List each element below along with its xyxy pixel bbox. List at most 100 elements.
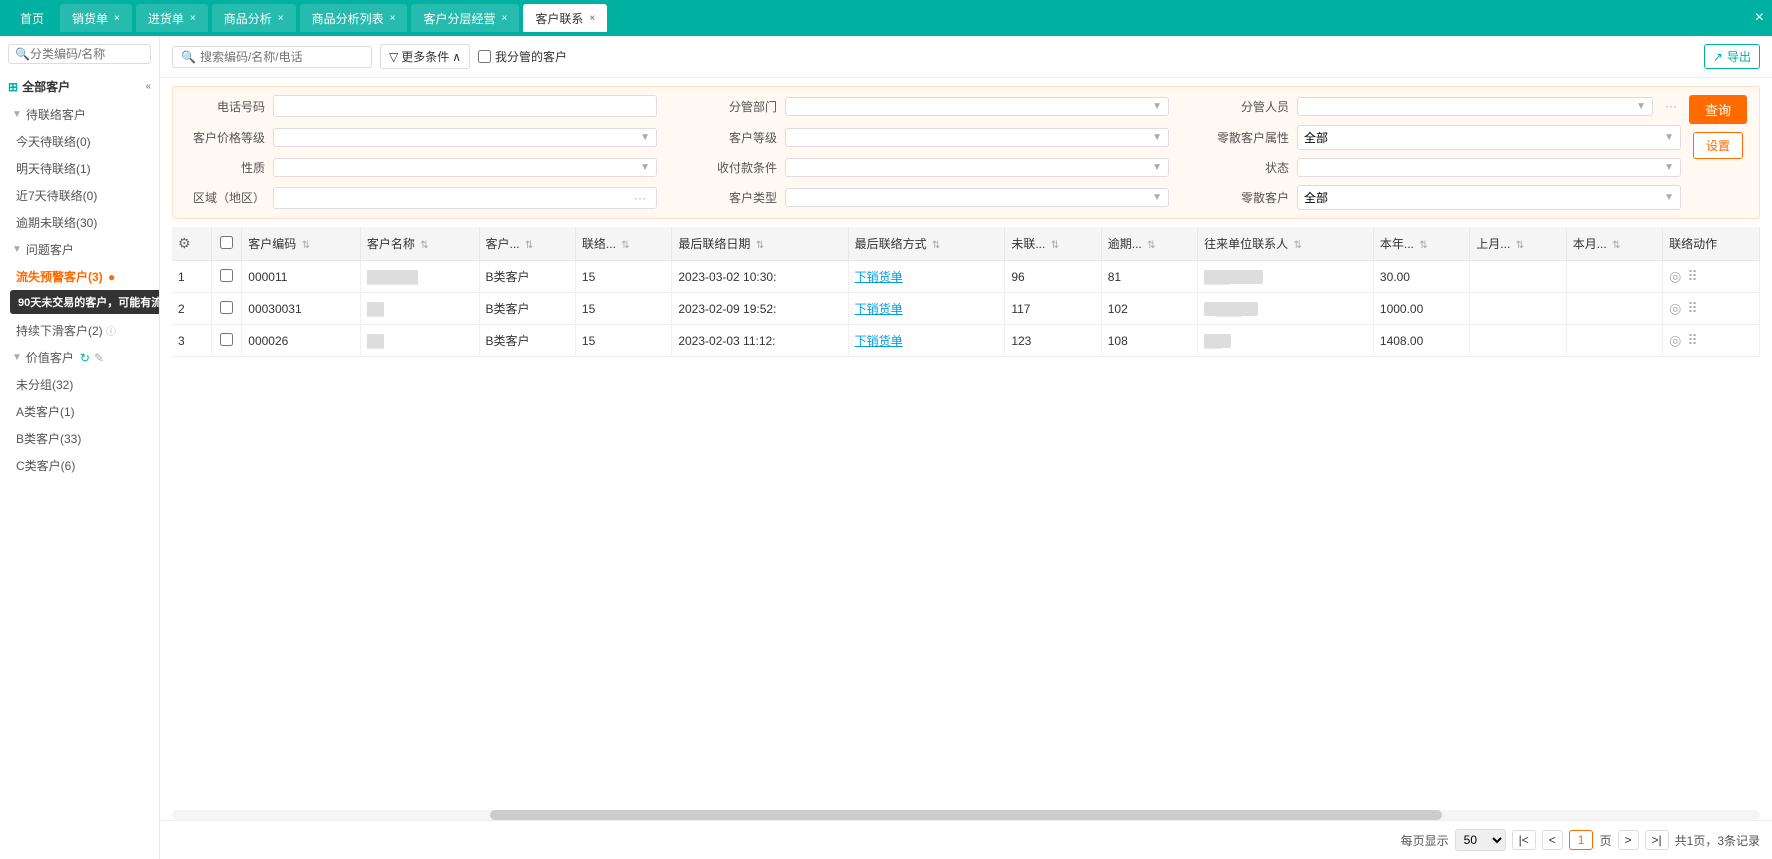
row-last-method[interactable]: 下销货单 [848, 325, 1005, 357]
tab-product-close[interactable]: × [278, 13, 284, 24]
row-checkbox[interactable] [220, 301, 233, 314]
col-overdue[interactable]: 逾期... ⇅ [1101, 227, 1197, 261]
tab-customer-layer-close[interactable]: × [501, 13, 507, 24]
prev-page-btn[interactable]: < [1542, 830, 1563, 850]
filter-price-select[interactable]: ▼ [273, 128, 657, 147]
action-more-icon[interactable]: ⠿ [1687, 300, 1697, 317]
last-method-link[interactable]: 下销货单 [855, 302, 903, 316]
sort-icon-contact: ⇅ [621, 240, 629, 251]
group-problem-customers[interactable]: ▼ 问题客户 [0, 236, 159, 263]
row-checkbox-cell[interactable] [212, 325, 242, 357]
col-last-method[interactable]: 最后联络方式 ⇅ [848, 227, 1005, 261]
col-actions: 联络动作 [1663, 227, 1760, 261]
tab-customer-contact-close[interactable]: × [589, 13, 595, 24]
filter-status-select[interactable]: ▼ [1297, 158, 1681, 177]
tab-product-analysis[interactable]: 商品分析 × [212, 4, 296, 32]
col-not-contacted[interactable]: 未联... ⇅ [1005, 227, 1101, 261]
col-type[interactable]: 客户... ⇅ [479, 227, 575, 261]
group-value-customers[interactable]: ▼ 价值客户 ↻ ✎ [0, 344, 159, 371]
row-overdue: 81 [1101, 261, 1197, 293]
filter-nature: 性质 ▼ [185, 158, 657, 177]
tab-product-analysis-list[interactable]: 商品分析列表 × [300, 4, 408, 32]
horizontal-scrollbar[interactable] [172, 810, 1760, 820]
col-contact-person[interactable]: 往来单位联系人 ⇅ [1198, 227, 1374, 261]
group-pending-contact[interactable]: ▼ 待联络客户 [0, 101, 159, 128]
col-last-date[interactable]: 最后联络日期 ⇅ [672, 227, 848, 261]
sidebar-search-input[interactable] [30, 47, 144, 61]
action-contact-icon[interactable]: ◎ [1669, 332, 1681, 349]
col-settings[interactable]: ⚙ [172, 227, 212, 261]
search-input[interactable] [200, 50, 360, 64]
sidebar-item-class-b[interactable]: B类客户(33) [0, 425, 159, 452]
col-code[interactable]: 客户编码 ⇅ [242, 227, 361, 261]
row-checkbox[interactable] [220, 269, 233, 282]
filter-retail-customer-select[interactable]: 全部 ▼ [1297, 185, 1681, 210]
col-last-month[interactable]: 上月... ⇅ [1470, 227, 1566, 261]
last-page-btn[interactable]: >| [1645, 830, 1669, 850]
table-row: 1 000011 ██████ B类客户 15 2023-03-02 10:30… [172, 261, 1760, 293]
chevron-up-icon: ∧ [452, 50, 461, 64]
row-checkbox[interactable] [220, 333, 233, 346]
row-checkbox-cell[interactable] [212, 293, 242, 325]
edit-icon[interactable]: ✎ [94, 351, 104, 365]
first-page-btn[interactable]: |< [1512, 830, 1536, 850]
col-contact-count[interactable]: 联络... ⇅ [575, 227, 671, 261]
more-icon-1[interactable]: ··· [1661, 99, 1681, 113]
sidebar-item-tomorrow[interactable]: 明天待联络(1) [0, 155, 159, 182]
refresh-icon[interactable]: ↻ [80, 351, 90, 365]
my-customers-checkbox-wrap[interactable]: 我分管的客户 [478, 48, 567, 65]
filter-nature-select[interactable]: ▼ [273, 158, 657, 177]
my-customers-checkbox[interactable] [478, 50, 491, 63]
filter-payment-select[interactable]: ▼ [785, 158, 1169, 177]
row-checkbox-cell[interactable] [212, 261, 242, 293]
sidebar-item-class-c[interactable]: C类客户(6) [0, 452, 159, 479]
row-last-method[interactable]: 下销货单 [848, 261, 1005, 293]
filter-phone-input[interactable] [273, 95, 657, 117]
sidebar-item-churn-warning[interactable]: 流失预警客户(3) ● 90天未交易的客户，可能有流失风险。 [0, 263, 159, 290]
col-checkbox[interactable] [212, 227, 242, 261]
filter-person-select[interactable]: ▼ [1297, 97, 1653, 116]
export-button[interactable]: ↗ 导出 [1704, 44, 1760, 69]
tab-product-list-close[interactable]: × [390, 13, 396, 24]
sidebar-item-today[interactable]: 今天待联络(0) [0, 128, 159, 155]
tab-sales-close[interactable]: × [114, 13, 120, 24]
more-conditions-button[interactable]: ▽ 更多条件 ∧ [380, 44, 470, 69]
tab-sales-order[interactable]: 销货单 × [60, 4, 132, 32]
tab-purchase-close[interactable]: × [190, 13, 196, 24]
filter-customer-level-select[interactable]: ▼ [785, 128, 1169, 147]
all-customers-header[interactable]: ⊞ 全部客户 « [0, 72, 159, 101]
action-more-icon[interactable]: ⠿ [1687, 332, 1697, 349]
last-method-link[interactable]: 下销货单 [855, 270, 903, 284]
sidebar-item-unclassified[interactable]: 未分组(32) [0, 371, 159, 398]
row-last-method[interactable]: 下销货单 [848, 293, 1005, 325]
per-page-label: 每页显示 [1401, 832, 1449, 849]
col-name[interactable]: 客户名称 ⇅ [360, 227, 479, 261]
sidebar-item-declining[interactable]: 持续下滑客户(2) ⓘ [0, 317, 159, 344]
filter-region-select[interactable]: ··· [273, 187, 657, 209]
filter-retail-attr-select[interactable]: 全部 ▼ [1297, 125, 1681, 150]
action-contact-icon[interactable]: ◎ [1669, 268, 1681, 285]
query-button[interactable]: 查询 [1689, 95, 1747, 124]
per-page-select[interactable]: 50 20 100 [1455, 829, 1506, 851]
filter-phone: 电话号码 [185, 95, 657, 117]
sidebar-item-7days[interactable]: 近7天待联络(0) [0, 182, 159, 209]
more-icon-2[interactable]: ··· [630, 191, 650, 205]
sidebar-item-overdue[interactable]: 逾期未联络(30) [0, 209, 159, 236]
filter-dept-select[interactable]: ▼ [785, 97, 1169, 116]
action-contact-icon[interactable]: ◎ [1669, 300, 1681, 317]
tab-customer-layer[interactable]: 客户分层经营 × [411, 4, 519, 32]
tab-purchase-order[interactable]: 进货单 × [136, 4, 208, 32]
last-method-link[interactable]: 下销货单 [855, 334, 903, 348]
setting-button[interactable]: 设置 [1693, 132, 1743, 159]
filter-customer-type-select[interactable]: ▼ [785, 188, 1169, 207]
tab-customer-contact[interactable]: 客户联系 × [523, 4, 607, 32]
next-page-btn[interactable]: > [1618, 830, 1639, 850]
col-this-month[interactable]: 本月... ⇅ [1566, 227, 1662, 261]
action-more-icon[interactable]: ⠿ [1687, 268, 1697, 285]
tab-home[interactable]: 首页 [8, 4, 56, 32]
sidebar-item-already-churned[interactable]: 已流失客户(24) ⓘ [0, 290, 159, 317]
col-this-year[interactable]: 本年... ⇅ [1373, 227, 1469, 261]
nav-close-button[interactable]: × [1755, 9, 1764, 27]
sidebar-item-class-a[interactable]: A类客户(1) [0, 398, 159, 425]
select-all-checkbox[interactable] [220, 236, 233, 249]
